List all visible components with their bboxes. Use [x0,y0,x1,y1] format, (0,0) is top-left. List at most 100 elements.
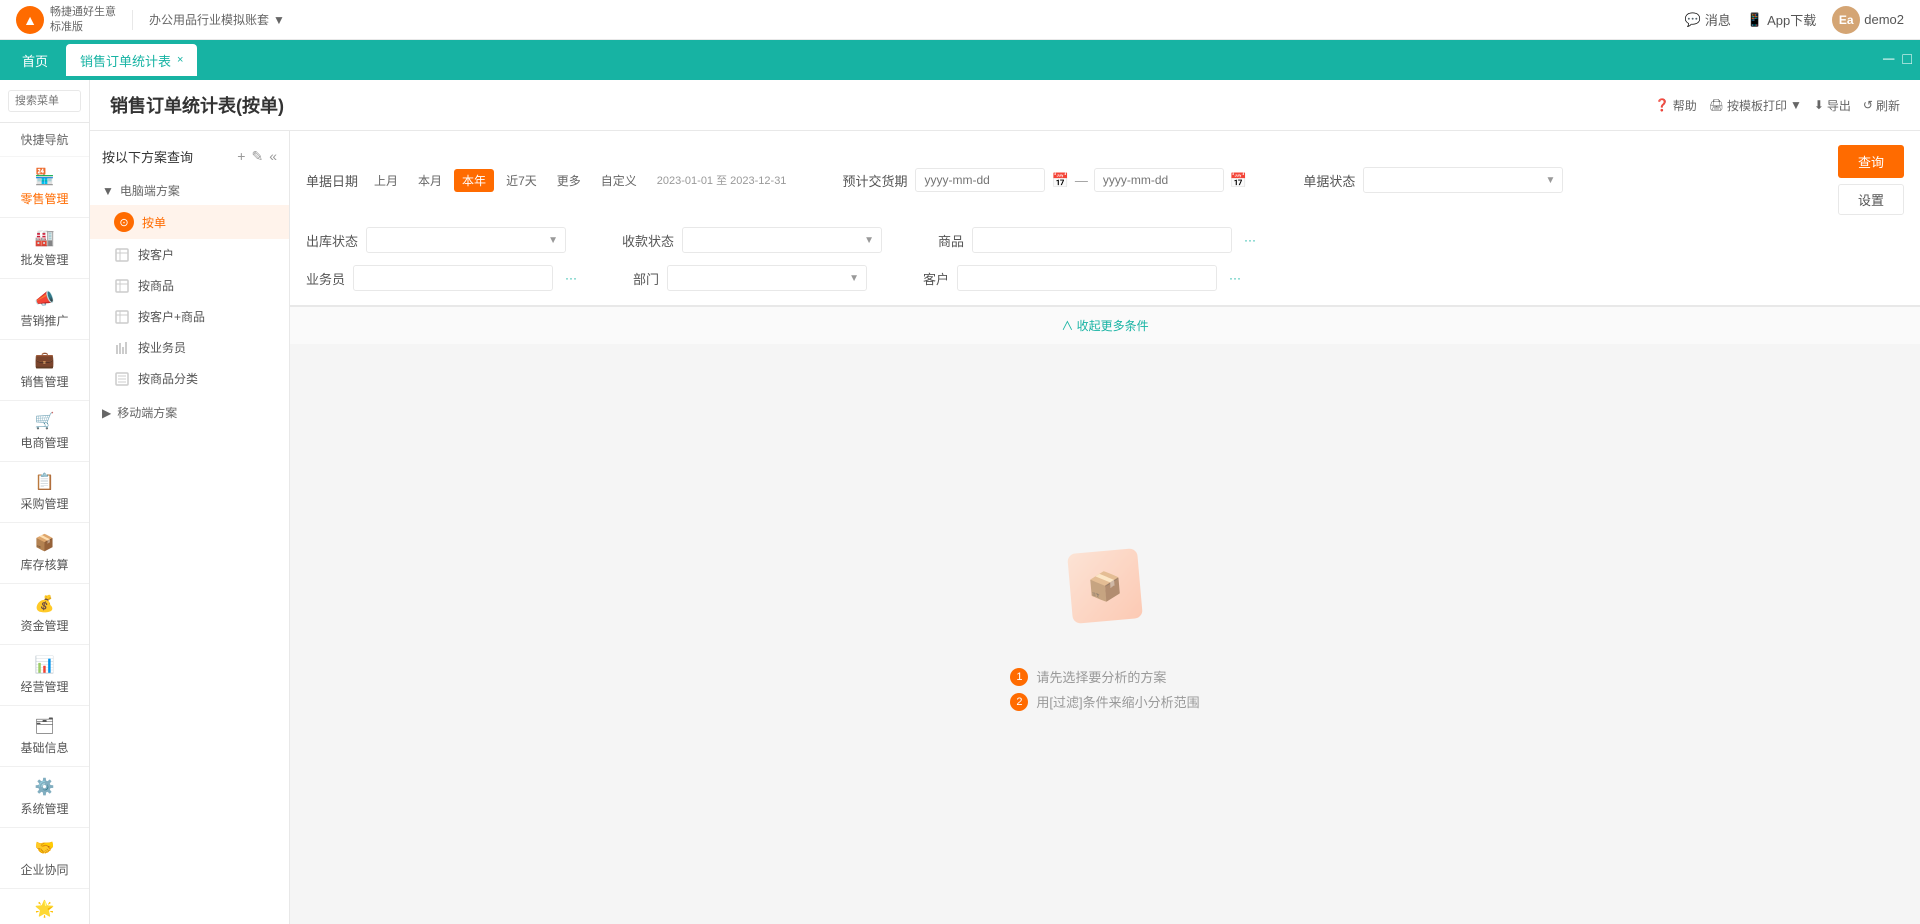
print-btn[interactable]: 🖨 按模板打印 ▼ [1709,97,1802,114]
top-bar: ▲ 畅捷通好生意 标准版 办公用品行业模拟账套 ▼ 💬 消息 📱 App下载 E… [0,0,1920,40]
salesman-more-btn[interactable]: ··· [565,271,577,285]
sidebar-item-ecommerce[interactable]: 🛒 电商管理 [0,401,89,462]
scheme-item-by-customer[interactable]: 按客户 [90,239,289,270]
tab-sales-order-stats[interactable]: 销售订单统计表 × [66,44,197,76]
sidebar-item-sales[interactable]: 💼 销售管理 [0,340,89,401]
tab-home[interactable]: 首页 [8,44,62,76]
empty-tips: 1 请先选择要分析的方案 2 用[过滤]条件来缩小分析范围 [1010,667,1199,717]
customer-scheme-icon [114,247,130,263]
salesman-input[interactable] [353,265,553,291]
refresh-btn[interactable]: ↺ 刷新 [1863,97,1900,114]
sidebar-item-retail[interactable]: 🏪 零售管理 [0,157,89,218]
action-buttons: 查询 设置 [1838,145,1904,215]
filter-area: 单据日期 上月 本月 本年 近7天 更多 自定义 2023-01-01 至 20… [290,131,1920,306]
customer-input[interactable] [957,265,1217,291]
collapse-icon: ∧ [1061,319,1073,333]
department-select[interactable] [667,265,867,291]
ship-status-select[interactable] [366,227,566,253]
goods-filter: 商品 ··· [938,227,1256,253]
scheme-item-by-customer-goods[interactable]: 按客户+商品 [90,301,289,332]
export-btn[interactable]: ⬇ 导出 [1814,97,1851,114]
status-select[interactable] [1363,167,1563,193]
ecommerce-icon: 🛒 [0,411,89,431]
sidebar-item-enterprise[interactable]: 🤝 企业协同 [0,828,89,889]
date-btn-this-month[interactable]: 本月 [410,169,450,192]
inventory-icon: 📦 [0,533,89,553]
help-btn[interactable]: ❓ 帮助 [1655,97,1697,114]
customer-more-btn[interactable]: ··· [1229,271,1241,285]
sidebar-item-operations[interactable]: 📊 经营管理 [0,645,89,706]
goods-more-btn[interactable]: ··· [1244,233,1256,247]
settings-button[interactable]: 设置 [1838,184,1904,215]
expected-date-start[interactable] [915,168,1045,192]
divider [132,10,133,30]
logo-icon: ▲ [16,6,44,34]
sidebar-item-quick-nav[interactable]: 快捷导航 [0,123,89,157]
user-menu[interactable]: Ea demo2 [1832,6,1904,34]
system-icon: ⚙️ [0,777,89,797]
sidebar-item-wholesale[interactable]: 🏭 批发管理 [0,218,89,279]
tab-bar-actions: ─ □ [1883,51,1912,69]
results-area: 📦 1 请先选择要分析的方案 2 用[过滤]条件来缩小分析范围 [290,344,1920,924]
sidebar-item-finance[interactable]: 💰 资金管理 [0,584,89,645]
empty-illustration: 📦 [1055,551,1155,651]
date-btn-last-7days[interactable]: 近7天 [498,169,545,192]
sidebar-item-beginner[interactable]: 🌟 新手引导 [0,889,89,924]
scheme-group-pc-title[interactable]: ▼ 电脑端方案 [90,176,289,205]
active-scheme-icon: ⊙ [114,212,134,232]
breadcrumb[interactable]: 办公用品行业模拟账套 ▼ [149,11,285,28]
collapse-bar: ∧ 收起更多条件 [290,306,1920,344]
scheme-item-by-salesman[interactable]: 按业务员 [90,332,289,363]
collapse-btn[interactable]: ∧ 收起更多条件 [1061,319,1148,333]
date-btn-last-month[interactable]: 上月 [366,169,406,192]
date-btn-more[interactable]: 更多 [549,169,589,192]
purchase-icon: 📋 [0,472,89,492]
date-filter-item: 单据日期 上月 本月 本年 近7天 更多 自定义 2023-01-01 至 20… [306,169,786,192]
sidebar-item-inventory[interactable]: 📦 库存核算 [0,523,89,584]
sidebar-search-area [0,80,89,123]
top-bar-right: 💬 消息 📱 App下载 Ea demo2 [1685,6,1904,34]
goods-input[interactable] [972,227,1232,253]
date-quick-btns: 上月 本月 本年 近7天 更多 自定义 [366,169,645,192]
query-button[interactable]: 查询 [1838,145,1904,178]
expected-date-end[interactable] [1094,168,1224,192]
add-scheme-btn[interactable]: + [237,148,245,165]
date-btn-this-year[interactable]: 本年 [454,169,494,192]
message-btn[interactable]: 💬 消息 [1685,10,1731,29]
sidebar-item-system[interactable]: ⚙️ 系统管理 [0,767,89,828]
scheme-item-by-goods[interactable]: 按商品 [90,270,289,301]
sidebar-item-basics[interactable]: 🗂 基础信息 [0,706,89,767]
refresh-icon: ↺ [1863,98,1873,112]
edit-scheme-btn[interactable]: ✎ [251,148,263,165]
tab-maximize-btn[interactable]: □ [1902,51,1912,69]
tab-minimize-btn[interactable]: ─ [1883,51,1894,69]
tip-num-2: 2 [1010,693,1028,711]
scheme-item-by-category[interactable]: 按商品分类 [90,363,289,394]
salesman-filter: 业务员 ··· [306,265,577,291]
top-bar-left: ▲ 畅捷通好生意 标准版 办公用品行业模拟账套 ▼ [16,5,285,34]
customer-goods-scheme-icon [114,309,130,325]
sidebar-item-marketing[interactable]: 📣 营销推广 [0,279,89,340]
left-panel-actions: + ✎ « [237,148,277,165]
expected-date-filter-item: 预计交货期 📅 — 📅 [842,168,1247,192]
tab-bar: 首页 销售订单统计表 × ─ □ [0,40,1920,80]
collapse-panel-btn[interactable]: « [269,148,277,165]
sidebar-item-purchase[interactable]: 📋 采购管理 [0,462,89,523]
tab-close-icon[interactable]: × [177,54,183,66]
scheme-group-mobile-title[interactable]: ▶ 移动端方案 [90,398,289,427]
logo-area: ▲ 畅捷通好生意 标准版 [16,5,116,34]
ship-status-select-wrapper: ▼ [366,227,566,253]
scheme-group-mobile: ▶ 移动端方案 [90,398,289,427]
app-download-btn[interactable]: 📱 App下载 [1747,10,1816,29]
payment-status-select[interactable] [682,227,882,253]
search-input[interactable] [8,90,81,112]
finance-icon: 💰 [0,594,89,614]
date-btn-custom[interactable]: 自定义 [593,169,645,192]
beginner-icon: 🌟 [0,899,89,919]
empty-box-icon: 📦 [1067,548,1143,624]
payment-status-filter: 收款状态 ▼ [622,227,882,253]
sales-icon: 💼 [0,350,89,370]
scheme-item-by-order[interactable]: ⊙ 按单 [90,205,289,239]
chevron-right-icon: ▶ [102,406,111,420]
payment-status-select-wrapper: ▼ [682,227,882,253]
